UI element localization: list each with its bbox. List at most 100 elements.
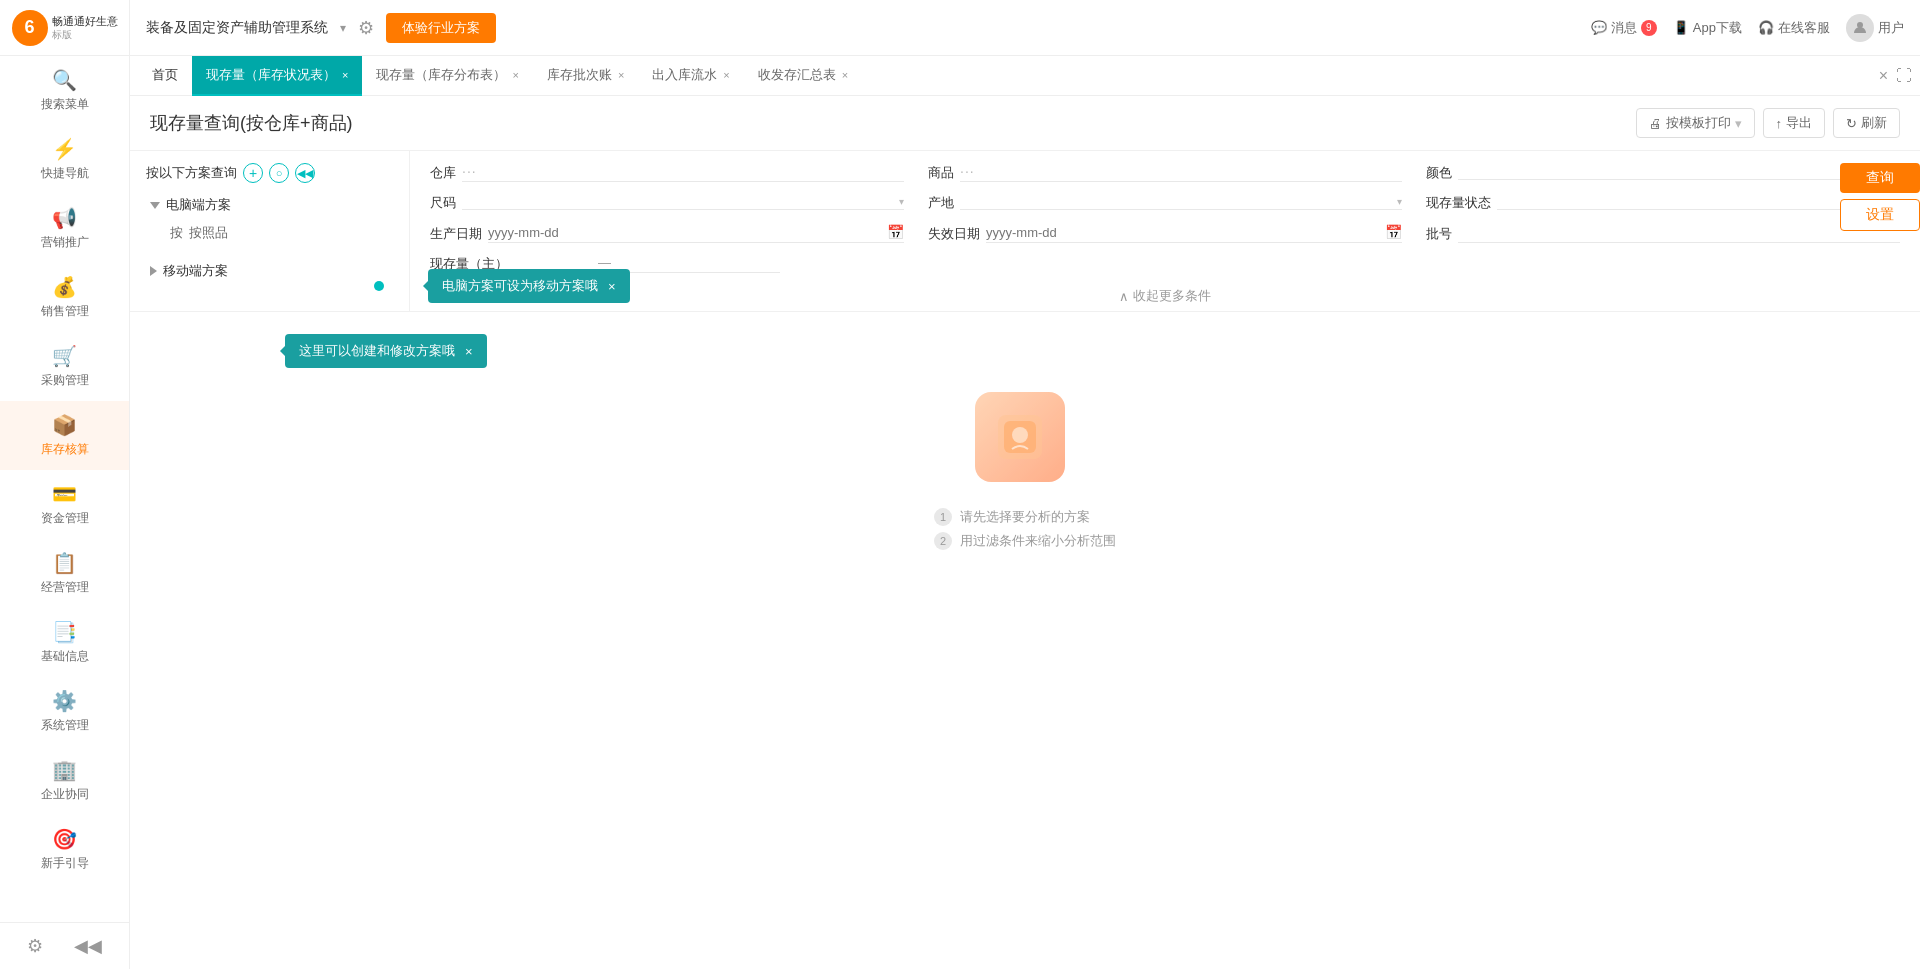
tab-summary-close[interactable]: × xyxy=(842,69,848,81)
logo: 6 畅通通好生意 标版 xyxy=(0,0,129,56)
message-icon: 💬 xyxy=(1591,20,1607,35)
sidebar-item-finance[interactable]: 💳 资金管理 xyxy=(0,470,129,539)
tab-inout-flow-close[interactable]: × xyxy=(723,69,729,81)
tab-inout-flow[interactable]: 出入库流水 × xyxy=(638,56,743,96)
sidebar-item-label: 经营管理 xyxy=(41,579,89,596)
sidebar-item-inventory[interactable]: 📦 库存核算 xyxy=(0,401,129,470)
refresh-icon: ↻ xyxy=(1846,116,1857,131)
origin-label: 产地 xyxy=(928,194,954,212)
query-btn[interactable]: 查询 xyxy=(1840,163,1920,193)
desktop-scheme-label: 电脑端方案 xyxy=(166,196,231,214)
app-download-label: App下载 xyxy=(1693,19,1742,37)
sidebar-item-quick-nav[interactable]: ⚡ 快捷导航 xyxy=(0,125,129,194)
goods-dots: ··· xyxy=(960,163,975,179)
tab-current-stock[interactable]: 现存量（库存状况表） × xyxy=(192,56,362,96)
connector-dot1 xyxy=(374,281,384,291)
template-print-btn[interactable]: 🖨 按模板打印 ▾ xyxy=(1636,108,1755,138)
scheme-header: 按以下方案查询 + ○ ◀◀ xyxy=(146,163,393,183)
tab-current-stock-label: 现存量（库存状况表） xyxy=(206,66,336,84)
tooltip1-text: 电脑方案可设为移动方案哦 xyxy=(442,277,598,295)
app-download-item[interactable]: 📱 App下载 xyxy=(1673,19,1742,37)
basic-info-icon: 📑 xyxy=(52,620,77,644)
mobile-scheme-label: 移动端方案 xyxy=(163,262,228,280)
sidebar-item-sales[interactable]: 💰 销售管理 xyxy=(0,263,129,332)
batch-no-input[interactable] xyxy=(1458,225,1900,240)
tab-stock-dist[interactable]: 现存量（库存分布表） × xyxy=(362,56,532,96)
size-field: 尺码 ▾ xyxy=(430,194,904,212)
production-date-control: 📅 xyxy=(488,224,904,243)
user-item[interactable]: 用户 xyxy=(1846,14,1904,42)
filter-row4: 现存量（主） — xyxy=(430,255,1900,273)
sidebar-item-system[interactable]: ⚙️ 系统管理 xyxy=(0,677,129,746)
sidebar-item-marketing[interactable]: 📢 营销推广 xyxy=(0,194,129,263)
system-icon: ⚙️ xyxy=(52,689,77,713)
export-btn[interactable]: ↑ 导出 xyxy=(1763,108,1826,138)
tab-batch-account-label: 库存批次账 xyxy=(547,66,612,84)
gear-icon[interactable]: ⚙ xyxy=(358,17,374,39)
step2-num: 2 xyxy=(934,532,952,550)
collapse-sidebar-icon[interactable]: ◀◀ xyxy=(74,935,102,957)
tab-batch-account[interactable]: 库存批次账 × xyxy=(533,56,638,96)
filter-label: 按以下方案查询 xyxy=(146,164,237,182)
phone-icon: 📱 xyxy=(1673,20,1689,35)
tab-batch-account-close[interactable]: × xyxy=(618,69,624,81)
sidebar-item-search[interactable]: 🔍 搜索菜单 xyxy=(0,56,129,125)
tab-current-stock-close[interactable]: × xyxy=(342,69,348,81)
range-separator: — xyxy=(598,255,611,270)
warehouse-control: ··· xyxy=(462,163,904,182)
sidebar-item-label: 营销推广 xyxy=(41,234,89,251)
filter-left: 按以下方案查询 + ○ ◀◀ 电脑端方案 按 按照品 移动端方案 xyxy=(130,151,410,311)
close-all-tabs-icon[interactable]: × xyxy=(1879,67,1888,85)
tab-home-label: 首页 xyxy=(152,66,178,84)
settings-query-btn[interactable]: 设置 xyxy=(1840,199,1920,231)
stock-qty-min-input[interactable] xyxy=(514,255,594,270)
query-actions: 查询 设置 xyxy=(1840,163,1920,231)
warehouse-dots: ··· xyxy=(462,163,477,179)
sidebar-item-enterprise[interactable]: 🏢 企业协同 xyxy=(0,746,129,815)
refresh-btn[interactable]: ↻ 刷新 xyxy=(1833,108,1900,138)
production-date-label: 生产日期 xyxy=(430,225,482,243)
settings-bottom-icon[interactable]: ⚙ xyxy=(27,935,43,957)
sidebar-item-label: 采购管理 xyxy=(41,372,89,389)
sidebar-item-guide[interactable]: 🎯 新手引导 xyxy=(0,815,129,884)
sidebar-item-operation[interactable]: 📋 经营管理 xyxy=(0,539,129,608)
page-header: 现存量查询(按仓库+商品) 🖨 按模板打印 ▾ ↑ 导出 ↻ 刷新 xyxy=(130,96,1920,151)
tab-stock-dist-close[interactable]: × xyxy=(512,69,518,81)
header: 装备及固定资产辅助管理系统 ▾ ⚙ 体验行业方案 💬 消息 9 📱 App下载 … xyxy=(130,0,1920,56)
sidebar-item-basic-info[interactable]: 📑 基础信息 xyxy=(0,608,129,677)
mobile-scheme-item[interactable]: 移动端方案 xyxy=(146,257,393,285)
online-support-item[interactable]: 🎧 在线客服 xyxy=(1758,19,1830,37)
tooltip-scheme-info: 电脑方案可设为移动方案哦 × xyxy=(428,269,630,303)
production-date-field: 生产日期 📅 xyxy=(430,224,904,243)
step1-label: 请先选择要分析的方案 xyxy=(960,508,1090,526)
trial-btn[interactable]: 体验行业方案 xyxy=(386,13,496,43)
sidebar-item-purchase[interactable]: 🛒 采购管理 xyxy=(0,332,129,401)
expiry-date-input[interactable] xyxy=(986,225,1381,240)
origin-control: ▾ xyxy=(960,196,1402,210)
sidebar-item-label: 销售管理 xyxy=(41,303,89,320)
desktop-scheme-item[interactable]: 电脑端方案 xyxy=(146,191,393,219)
arrow-scheme-btn[interactable]: ◀◀ xyxy=(295,163,315,183)
headset-icon: 🎧 xyxy=(1758,20,1774,35)
tooltip1-close-btn[interactable]: × xyxy=(608,279,616,294)
tab-home[interactable]: 首页 xyxy=(138,56,192,96)
message-item[interactable]: 💬 消息 9 xyxy=(1591,19,1657,37)
tab-summary[interactable]: 收发存汇总表 × xyxy=(744,56,862,96)
add-scheme-btn[interactable]: + xyxy=(243,163,263,183)
filter-right: 仓库 ··· 商品 ··· 颜色 xyxy=(410,151,1920,311)
size-label: 尺码 xyxy=(430,194,456,212)
expiry-date-label: 失效日期 xyxy=(928,225,980,243)
expiry-date-control: 📅 xyxy=(986,224,1402,243)
edit-scheme-btn[interactable]: ○ xyxy=(269,163,289,183)
empty-step1: 1 请先选择要分析的方案 xyxy=(934,508,1116,526)
tooltip2-close-btn[interactable]: × xyxy=(465,344,473,359)
page-title: 现存量查询(按仓库+商品) xyxy=(150,111,353,135)
production-date-input[interactable] xyxy=(488,225,883,240)
empty-text: 1 请先选择要分析的方案 2 用过滤条件来缩小分析范围 xyxy=(934,508,1116,550)
collapse-row[interactable]: ∧ 收起更多条件 xyxy=(430,281,1900,311)
expand-icon[interactable]: ⛶ xyxy=(1896,67,1912,85)
quick-nav-icon: ⚡ xyxy=(52,137,77,161)
header-right: 💬 消息 9 📱 App下载 🎧 在线客服 用户 xyxy=(1591,14,1904,42)
goods-scheme-item[interactable]: 按 按照品 xyxy=(146,219,393,247)
sidebar-item-label: 系统管理 xyxy=(41,717,89,734)
